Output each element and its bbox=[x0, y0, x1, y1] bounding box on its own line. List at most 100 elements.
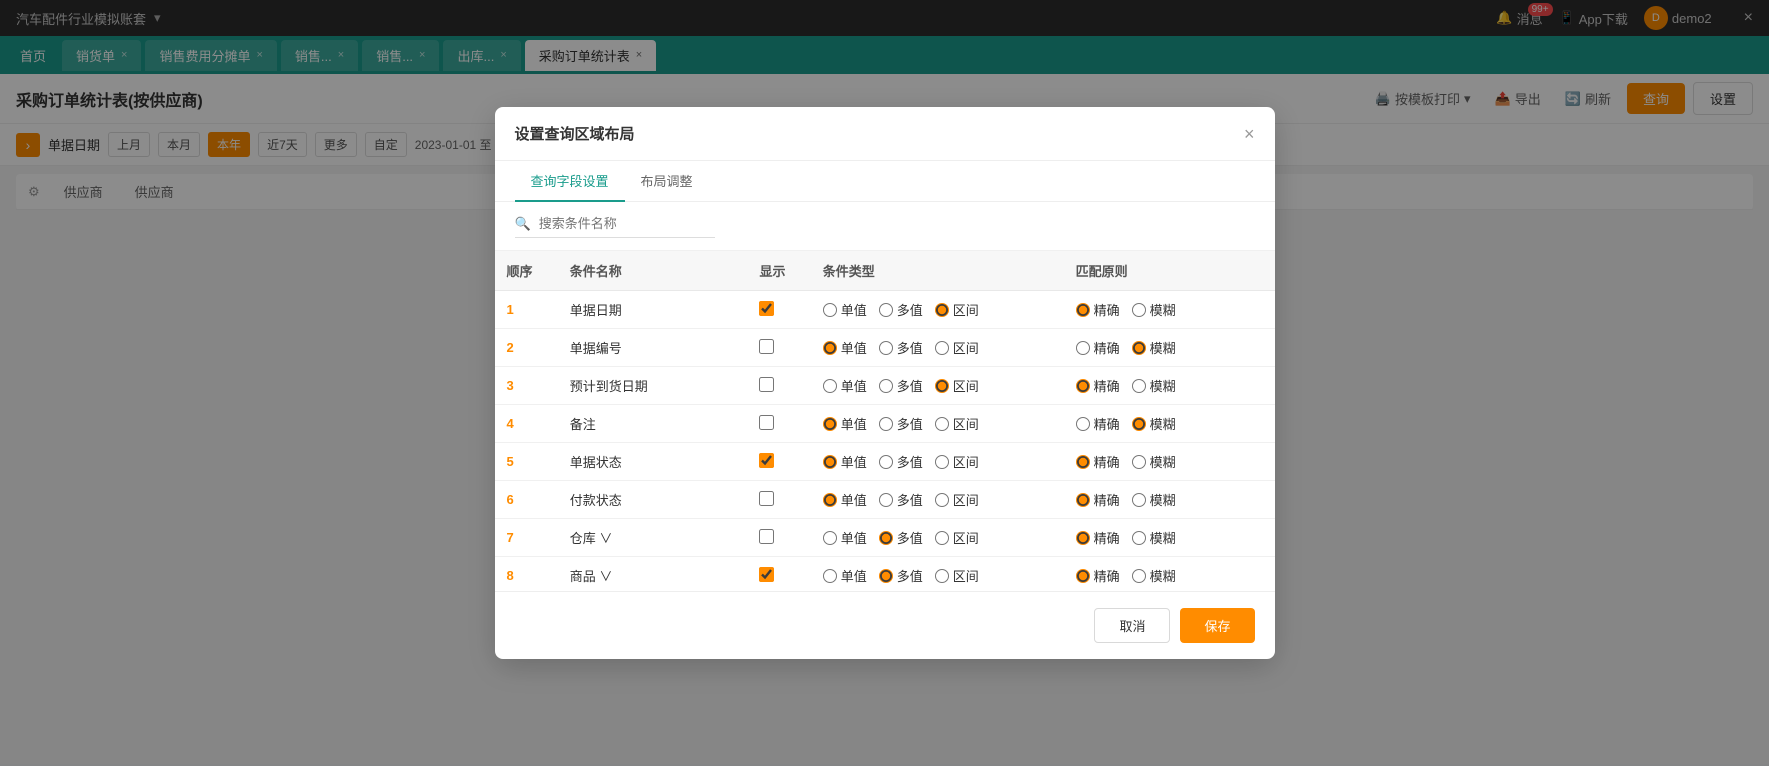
type-option-区间[interactable]: 区间 bbox=[935, 300, 979, 319]
type-option-单值[interactable]: 单值 bbox=[823, 490, 867, 509]
save-button[interactable]: 保存 bbox=[1180, 608, 1254, 643]
type-radio[interactable] bbox=[935, 341, 949, 355]
search-input[interactable] bbox=[535, 214, 715, 233]
type-radio[interactable] bbox=[823, 531, 837, 545]
match-radio[interactable] bbox=[1132, 341, 1146, 355]
match-radio[interactable] bbox=[1076, 493, 1090, 507]
match-option-模糊[interactable]: 模糊 bbox=[1132, 528, 1176, 547]
type-radio[interactable] bbox=[879, 493, 893, 507]
type-option-单值[interactable]: 单值 bbox=[823, 376, 867, 395]
match-radio[interactable] bbox=[1132, 531, 1146, 545]
match-option-精确[interactable]: 精确 bbox=[1076, 376, 1120, 395]
fields-table-scroll[interactable]: 顺序 条件名称 显示 条件类型 匹配原则 1单据日期单值多值区间精确模糊2单据编… bbox=[495, 251, 1275, 591]
match-radio[interactable] bbox=[1076, 531, 1090, 545]
row-condition-name: 预计到货日期 bbox=[558, 367, 748, 405]
match-option-模糊[interactable]: 模糊 bbox=[1132, 452, 1176, 471]
type-option-区间[interactable]: 区间 bbox=[935, 452, 979, 471]
match-option-模糊[interactable]: 模糊 bbox=[1132, 414, 1176, 433]
type-radio[interactable] bbox=[823, 455, 837, 469]
type-radio[interactable] bbox=[879, 455, 893, 469]
type-option-多值[interactable]: 多值 bbox=[879, 452, 923, 471]
type-radio[interactable] bbox=[823, 493, 837, 507]
type-option-多值[interactable]: 多值 bbox=[879, 338, 923, 357]
type-option-单值[interactable]: 单值 bbox=[823, 566, 867, 585]
type-radio[interactable] bbox=[879, 531, 893, 545]
type-option-单值[interactable]: 单值 bbox=[823, 338, 867, 357]
match-option-模糊[interactable]: 模糊 bbox=[1132, 566, 1176, 585]
match-radio[interactable] bbox=[1132, 417, 1146, 431]
type-option-区间[interactable]: 区间 bbox=[935, 376, 979, 395]
display-checkbox[interactable] bbox=[759, 339, 774, 354]
type-radio[interactable] bbox=[935, 417, 949, 431]
display-checkbox[interactable] bbox=[759, 491, 774, 506]
type-radio[interactable] bbox=[823, 569, 837, 583]
match-radio[interactable] bbox=[1076, 303, 1090, 317]
dialog-title: 设置查询区域布局 bbox=[515, 123, 635, 144]
cancel-button[interactable]: 取消 bbox=[1094, 608, 1170, 643]
type-option-区间[interactable]: 区间 bbox=[935, 566, 979, 585]
type-radio[interactable] bbox=[935, 531, 949, 545]
type-radio[interactable] bbox=[823, 303, 837, 317]
type-option-多值[interactable]: 多值 bbox=[879, 414, 923, 433]
type-radio[interactable] bbox=[823, 417, 837, 431]
type-radio[interactable] bbox=[879, 417, 893, 431]
type-option-多值[interactable]: 多值 bbox=[879, 566, 923, 585]
type-radio[interactable] bbox=[879, 379, 893, 393]
type-radio[interactable] bbox=[935, 455, 949, 469]
display-checkbox[interactable] bbox=[759, 529, 774, 544]
match-radio[interactable] bbox=[1076, 455, 1090, 469]
type-option-单值[interactable]: 单值 bbox=[823, 414, 867, 433]
match-option-精确[interactable]: 精确 bbox=[1076, 300, 1120, 319]
match-option-精确[interactable]: 精确 bbox=[1076, 452, 1120, 471]
modal-overlay: 设置查询区域布局 × 查询字段设置 布局调整 🔍 顺序 bbox=[0, 0, 1769, 766]
type-radio[interactable] bbox=[879, 341, 893, 355]
match-option-模糊[interactable]: 模糊 bbox=[1132, 376, 1176, 395]
row-condition-name: 商品 ∨ bbox=[558, 557, 748, 592]
match-option-精确[interactable]: 精确 bbox=[1076, 338, 1120, 357]
row-display-cell bbox=[747, 519, 810, 557]
match-option-模糊[interactable]: 模糊 bbox=[1132, 490, 1176, 509]
match-option-模糊[interactable]: 模糊 bbox=[1132, 338, 1176, 357]
match-radio[interactable] bbox=[1132, 379, 1146, 393]
type-option-单值[interactable]: 单值 bbox=[823, 528, 867, 547]
type-option-单值[interactable]: 单值 bbox=[823, 300, 867, 319]
match-option-精确[interactable]: 精确 bbox=[1076, 528, 1120, 547]
display-checkbox[interactable] bbox=[759, 567, 774, 582]
match-radio[interactable] bbox=[1132, 493, 1146, 507]
match-radio[interactable] bbox=[1076, 341, 1090, 355]
tab-query-fields[interactable]: 查询字段设置 bbox=[515, 161, 625, 202]
display-checkbox[interactable] bbox=[759, 377, 774, 392]
type-option-区间[interactable]: 区间 bbox=[935, 490, 979, 509]
type-option-区间[interactable]: 区间 bbox=[935, 528, 979, 547]
match-radio[interactable] bbox=[1076, 569, 1090, 583]
match-radio[interactable] bbox=[1132, 303, 1146, 317]
display-checkbox[interactable] bbox=[759, 453, 774, 468]
type-radio[interactable] bbox=[935, 303, 949, 317]
type-option-多值[interactable]: 多值 bbox=[879, 376, 923, 395]
type-option-单值[interactable]: 单值 bbox=[823, 452, 867, 471]
type-radio[interactable] bbox=[935, 379, 949, 393]
type-radio[interactable] bbox=[823, 341, 837, 355]
type-option-区间[interactable]: 区间 bbox=[935, 414, 979, 433]
match-option-精确[interactable]: 精确 bbox=[1076, 566, 1120, 585]
tab-layout-adjust[interactable]: 布局调整 bbox=[625, 161, 709, 202]
match-option-模糊[interactable]: 模糊 bbox=[1132, 300, 1176, 319]
display-checkbox[interactable] bbox=[759, 301, 774, 316]
type-option-多值[interactable]: 多值 bbox=[879, 300, 923, 319]
type-radio[interactable] bbox=[879, 303, 893, 317]
dialog-close-button[interactable]: × bbox=[1244, 125, 1255, 143]
type-radio[interactable] bbox=[879, 569, 893, 583]
display-checkbox[interactable] bbox=[759, 415, 774, 430]
match-radio[interactable] bbox=[1132, 455, 1146, 469]
type-option-多值[interactable]: 多值 bbox=[879, 490, 923, 509]
type-option-多值[interactable]: 多值 bbox=[879, 528, 923, 547]
match-radio[interactable] bbox=[1132, 569, 1146, 583]
type-radio[interactable] bbox=[823, 379, 837, 393]
match-radio[interactable] bbox=[1076, 379, 1090, 393]
match-option-精确[interactable]: 精确 bbox=[1076, 490, 1120, 509]
type-radio[interactable] bbox=[935, 493, 949, 507]
match-radio[interactable] bbox=[1076, 417, 1090, 431]
type-radio[interactable] bbox=[935, 569, 949, 583]
match-option-精确[interactable]: 精确 bbox=[1076, 414, 1120, 433]
type-option-区间[interactable]: 区间 bbox=[935, 338, 979, 357]
